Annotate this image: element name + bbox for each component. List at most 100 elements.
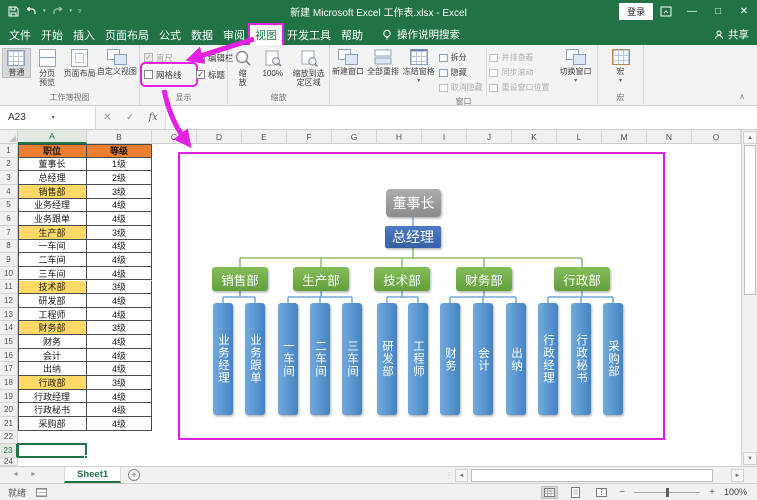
org-dept-box-1[interactable]: 销售部 xyxy=(212,267,268,291)
row-header-20[interactable]: 20 xyxy=(0,403,18,417)
org-leaf-box-13[interactable]: 采购部 xyxy=(603,303,623,415)
cell-B11[interactable]: 3级 xyxy=(87,281,152,295)
select-all-corner[interactable] xyxy=(0,130,18,144)
page-break-preview-status-icon[interactable] xyxy=(593,486,610,499)
hide-button[interactable]: 隐藏 xyxy=(439,65,483,80)
org-leaf-box-7[interactable]: 工程师 xyxy=(408,303,428,415)
column-header-A[interactable]: A xyxy=(18,130,87,144)
cell-A9[interactable]: 二车间 xyxy=(18,253,87,267)
row-header-15[interactable]: 15 xyxy=(0,335,18,349)
freeze-panes-button[interactable]: 冻结窗格 ▾ xyxy=(402,48,436,84)
confirm-entry-icon[interactable]: ✓ xyxy=(126,112,134,123)
row-header-7[interactable]: 7 xyxy=(0,226,18,240)
cell-A11[interactable]: 技术部 xyxy=(18,281,87,295)
org-dept-box-4[interactable]: 财务部 xyxy=(456,267,512,291)
column-header-C[interactable]: C xyxy=(152,130,197,144)
cell-A15[interactable]: 财务 xyxy=(18,335,87,349)
cell-B8[interactable]: 4级 xyxy=(87,240,152,254)
column-header-H[interactable]: H xyxy=(377,130,422,144)
org-dept-box-5[interactable]: 行政部 xyxy=(554,267,610,291)
split-button[interactable]: 拆分 xyxy=(439,50,483,65)
cell-B21[interactable]: 4级 xyxy=(87,417,152,431)
page-layout-view-button[interactable]: 页面布局 xyxy=(63,48,96,78)
redo-icon[interactable] xyxy=(52,6,64,16)
macros-button[interactable]: 宏 ▾ xyxy=(606,48,636,84)
cell-A18[interactable]: 行政部 xyxy=(18,376,87,390)
cell-B19[interactable]: 4级 xyxy=(87,390,152,404)
vertical-scrollbar[interactable]: ▲ ▼ xyxy=(741,130,757,466)
zoom-100-button[interactable]: 100% xyxy=(257,48,288,78)
row-header-13[interactable]: 13 xyxy=(0,308,18,322)
cell-B15[interactable]: 4级 xyxy=(87,335,152,349)
zoom-out-icon[interactable]: − xyxy=(619,487,625,498)
custom-views-button[interactable]: 自定义视图 xyxy=(97,48,137,76)
share-button[interactable]: 共享 xyxy=(714,27,749,42)
ribbon-tab-item[interactable]: 公式 xyxy=(154,25,186,45)
column-header-D[interactable]: D xyxy=(197,130,242,144)
cell-A14[interactable]: 财务部 xyxy=(18,321,87,335)
new-window-button[interactable]: 新建窗口 xyxy=(332,48,364,76)
view-side-by-side-button[interactable]: 并排查看 xyxy=(489,50,553,65)
row-header-23[interactable]: 23 xyxy=(0,444,18,458)
undo-dropdown-icon[interactable]: ▾ xyxy=(43,8,46,14)
zoom-to-selection-button[interactable]: 缩放到选定区域 xyxy=(290,48,327,87)
row-header-16[interactable]: 16 xyxy=(0,349,18,363)
sheet-nav-right-icon[interactable]: ► xyxy=(30,471,37,478)
maximize-button[interactable]: □ xyxy=(705,0,731,22)
arrange-all-button[interactable]: 全部重排 xyxy=(367,48,399,76)
row-header-22[interactable]: 22 xyxy=(0,431,18,445)
org-manager-box[interactable]: 总经理 xyxy=(385,226,441,248)
horizontal-scrollbar[interactable]: ⋮ ◄ ► xyxy=(455,469,745,482)
page-break-preview-button[interactable]: 分页预览 xyxy=(32,48,63,87)
scroll-up-icon[interactable]: ▲ xyxy=(743,131,757,144)
zoom-button[interactable]: 缩放 xyxy=(230,48,255,87)
cell-A1[interactable]: 职位 xyxy=(18,144,87,158)
column-header-G[interactable]: G xyxy=(332,130,377,144)
ruler-checkbox[interactable]: 直尺 xyxy=(144,49,194,66)
column-header-N[interactable]: N xyxy=(647,130,692,144)
selected-cell-A23[interactable] xyxy=(17,443,87,458)
ribbon-tab-item[interactable]: 开始 xyxy=(36,25,68,45)
cell-A3[interactable]: 总经理 xyxy=(18,171,87,185)
cell-A16[interactable]: 会计 xyxy=(18,349,87,363)
cell-B2[interactable]: 1级 xyxy=(87,158,152,172)
sheet-tab-active[interactable]: Sheet1 xyxy=(64,467,121,483)
cell-A13[interactable]: 工程师 xyxy=(18,308,87,322)
org-root-box[interactable]: 董事长 xyxy=(386,189,441,217)
row-header-8[interactable]: 8 xyxy=(0,240,18,254)
ribbon-display-options-icon[interactable] xyxy=(653,0,679,22)
reset-window-position-button[interactable]: 重设窗口位置 xyxy=(489,80,553,95)
ribbon-tab-selected[interactable]: 视图 xyxy=(250,25,282,45)
row-header-6[interactable]: 6 xyxy=(0,212,18,226)
macro-record-icon[interactable] xyxy=(36,488,47,497)
row-header-2[interactable]: 2 xyxy=(0,158,18,172)
row-header-5[interactable]: 5 xyxy=(0,199,18,213)
undo-icon[interactable] xyxy=(25,6,37,16)
normal-view-button[interactable]: 普通 xyxy=(2,48,31,78)
cell-B17[interactable]: 4级 xyxy=(87,362,152,376)
cell-A4[interactable]: 销售部 xyxy=(18,185,87,199)
cell-A12[interactable]: 研发部 xyxy=(18,294,87,308)
customize-qat-icon[interactable]: ▿ xyxy=(78,7,82,15)
page-layout-status-icon[interactable] xyxy=(567,486,584,499)
cell-B20[interactable]: 4级 xyxy=(87,403,152,417)
row-header-19[interactable]: 19 xyxy=(0,390,18,404)
switch-windows-button[interactable]: 切换窗口 ▾ xyxy=(556,48,595,84)
ribbon-tab-item[interactable]: 插入 xyxy=(68,25,100,45)
unhide-button[interactable]: 取消隐藏 xyxy=(439,80,483,95)
name-box[interactable]: A23 ▾ xyxy=(0,106,96,129)
cell-A10[interactable]: 三车间 xyxy=(18,267,87,281)
column-header-J[interactable]: J xyxy=(467,130,512,144)
org-leaf-box-2[interactable]: 业务跟单 xyxy=(245,303,265,415)
zoom-slider-thumb[interactable] xyxy=(666,488,669,497)
row-header-12[interactable]: 12 xyxy=(0,294,18,308)
column-header-K[interactable]: K xyxy=(512,130,557,144)
cell-B1[interactable]: 等级 xyxy=(87,144,152,158)
row-header-11[interactable]: 11 xyxy=(0,281,18,295)
ribbon-tab-item[interactable]: 开发工具 xyxy=(282,25,336,45)
horizontal-scroll-thumb[interactable] xyxy=(471,469,713,482)
ribbon-tab-item[interactable]: 数据 xyxy=(186,25,218,45)
cancel-entry-icon[interactable]: ✕ xyxy=(103,112,111,123)
row-header-18[interactable]: 18 xyxy=(0,376,18,390)
cell-A8[interactable]: 一车间 xyxy=(18,240,87,254)
